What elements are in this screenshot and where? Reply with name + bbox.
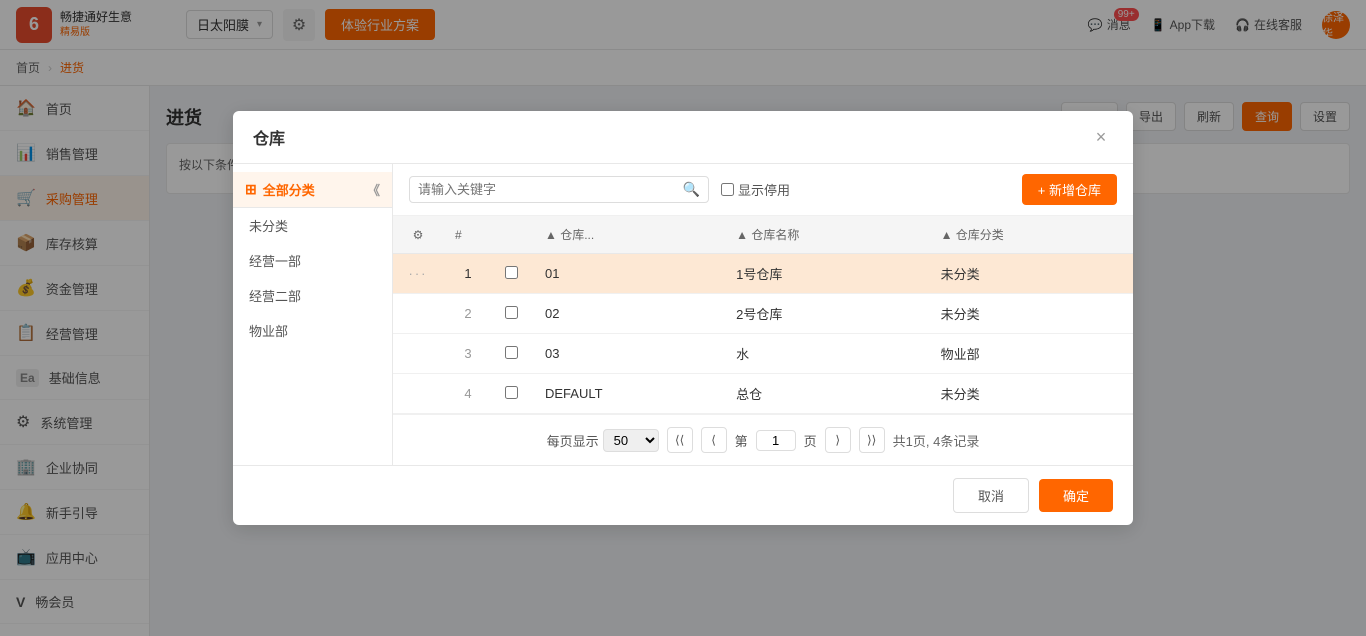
th-settings: ⚙: [393, 216, 443, 254]
search-icon[interactable]: 🔍: [683, 181, 700, 198]
category-item-operations2[interactable]: 经营二部: [233, 278, 392, 313]
warehouse-table-wrapper: ⚙ # ▲ 仓库... ▲ 仓库名称 ▲ 仓库分类: [393, 216, 1133, 414]
row-actions: [393, 374, 443, 414]
warehouse-modal: 仓库 × ⊞ 全部分类 《 未分类 经营一部 经营二部 物业部: [233, 111, 1133, 525]
add-warehouse-button[interactable]: + 新增仓库: [1022, 174, 1117, 205]
category-item-operations1[interactable]: 经营一部: [233, 243, 392, 278]
row-checkbox[interactable]: [505, 386, 518, 399]
modal-main: 🔍 显示停用 + 新增仓库 ⚙ #: [393, 164, 1133, 465]
row-checkbox-cell: [493, 294, 533, 334]
row-category: 未分类: [929, 294, 1133, 334]
row-name: 水: [724, 334, 928, 374]
first-page-button[interactable]: ⟨⟨: [667, 427, 693, 453]
row-code: 03: [533, 334, 724, 374]
row-checkbox[interactable]: [505, 266, 518, 279]
row-actions: ···: [393, 254, 443, 294]
last-page-button[interactable]: ⟩⟩: [859, 427, 885, 453]
category-item-property[interactable]: 物业部: [233, 313, 392, 348]
th-category: ▲ 仓库分类: [929, 216, 1133, 254]
pagination: 每页显示 10 20 50 100 ⟨⟨ ⟨ 第 页 ⟩ ⟩⟩: [393, 414, 1133, 465]
modal-close-button[interactable]: ×: [1089, 125, 1113, 149]
page-size-select: 每页显示 10 20 50 100: [547, 429, 659, 452]
row-number: 2: [443, 294, 493, 334]
row-checkbox-cell: [493, 334, 533, 374]
table-row[interactable]: 2 02 2号仓库 未分类: [393, 294, 1133, 334]
row-checkbox-cell: [493, 254, 533, 294]
row-checkbox[interactable]: [505, 306, 518, 319]
th-checkbox: [493, 216, 533, 254]
th-name: ▲ 仓库名称: [724, 216, 928, 254]
modal-footer: 取消 确定: [233, 465, 1133, 525]
show-disabled-label[interactable]: 显示停用: [721, 180, 790, 199]
modal-header: 仓库 ×: [233, 111, 1133, 164]
show-disabled-checkbox[interactable]: [721, 183, 734, 196]
th-code: ▲ 仓库...: [533, 216, 724, 254]
collapse-icon[interactable]: 《: [367, 180, 380, 199]
row-category: 未分类: [929, 374, 1133, 414]
confirm-button[interactable]: 确定: [1039, 479, 1113, 512]
modal-title: 仓库: [253, 125, 285, 149]
row-checkbox[interactable]: [505, 346, 518, 359]
table-row[interactable]: 3 03 水 物业部: [393, 334, 1133, 374]
row-code: 01: [533, 254, 724, 294]
category-item-uncategorized[interactable]: 未分类: [233, 208, 392, 243]
next-page-button[interactable]: ⟩: [825, 427, 851, 453]
row-number: 3: [443, 334, 493, 374]
search-box: 🔍: [409, 176, 709, 203]
page-size-dropdown[interactable]: 10 20 50 100: [603, 429, 659, 452]
table-header-row: ⚙ # ▲ 仓库... ▲ 仓库名称 ▲ 仓库分类: [393, 216, 1133, 254]
search-input[interactable]: [418, 182, 683, 197]
cancel-button[interactable]: 取消: [953, 478, 1029, 513]
modal-overlay: 仓库 × ⊞ 全部分类 《 未分类 经营一部 经营二部 物业部: [0, 0, 1366, 636]
row-category: 未分类: [929, 254, 1133, 294]
modal-body: ⊞ 全部分类 《 未分类 经营一部 经营二部 物业部 🔍: [233, 164, 1133, 465]
table-row[interactable]: ··· 1 01 1号仓库 未分类: [393, 254, 1133, 294]
row-checkbox-cell: [493, 374, 533, 414]
page-info: 共1页, 4条记录: [893, 431, 980, 450]
modal-sidebar: ⊞ 全部分类 《 未分类 经营一部 经营二部 物业部: [233, 164, 393, 465]
row-code: 02: [533, 294, 724, 334]
row-actions: [393, 294, 443, 334]
th-num: #: [443, 216, 493, 254]
row-name: 2号仓库: [724, 294, 928, 334]
row-number: 1: [443, 254, 493, 294]
prev-page-button[interactable]: ⟨: [701, 427, 727, 453]
row-code: DEFAULT: [533, 374, 724, 414]
warehouse-table: ⚙ # ▲ 仓库... ▲ 仓库名称 ▲ 仓库分类: [393, 216, 1133, 414]
row-actions: [393, 334, 443, 374]
category-header[interactable]: ⊞ 全部分类 《: [233, 172, 392, 208]
grid-icon: ⊞: [245, 181, 257, 198]
row-number: 4: [443, 374, 493, 414]
row-category: 物业部: [929, 334, 1133, 374]
row-dots-button[interactable]: ···: [409, 266, 428, 281]
page-number-input[interactable]: [756, 430, 796, 451]
modal-toolbar: 🔍 显示停用 + 新增仓库: [393, 164, 1133, 216]
row-name: 1号仓库: [724, 254, 928, 294]
row-name: 总仓: [724, 374, 928, 414]
table-row[interactable]: 4 DEFAULT 总仓 未分类: [393, 374, 1133, 414]
